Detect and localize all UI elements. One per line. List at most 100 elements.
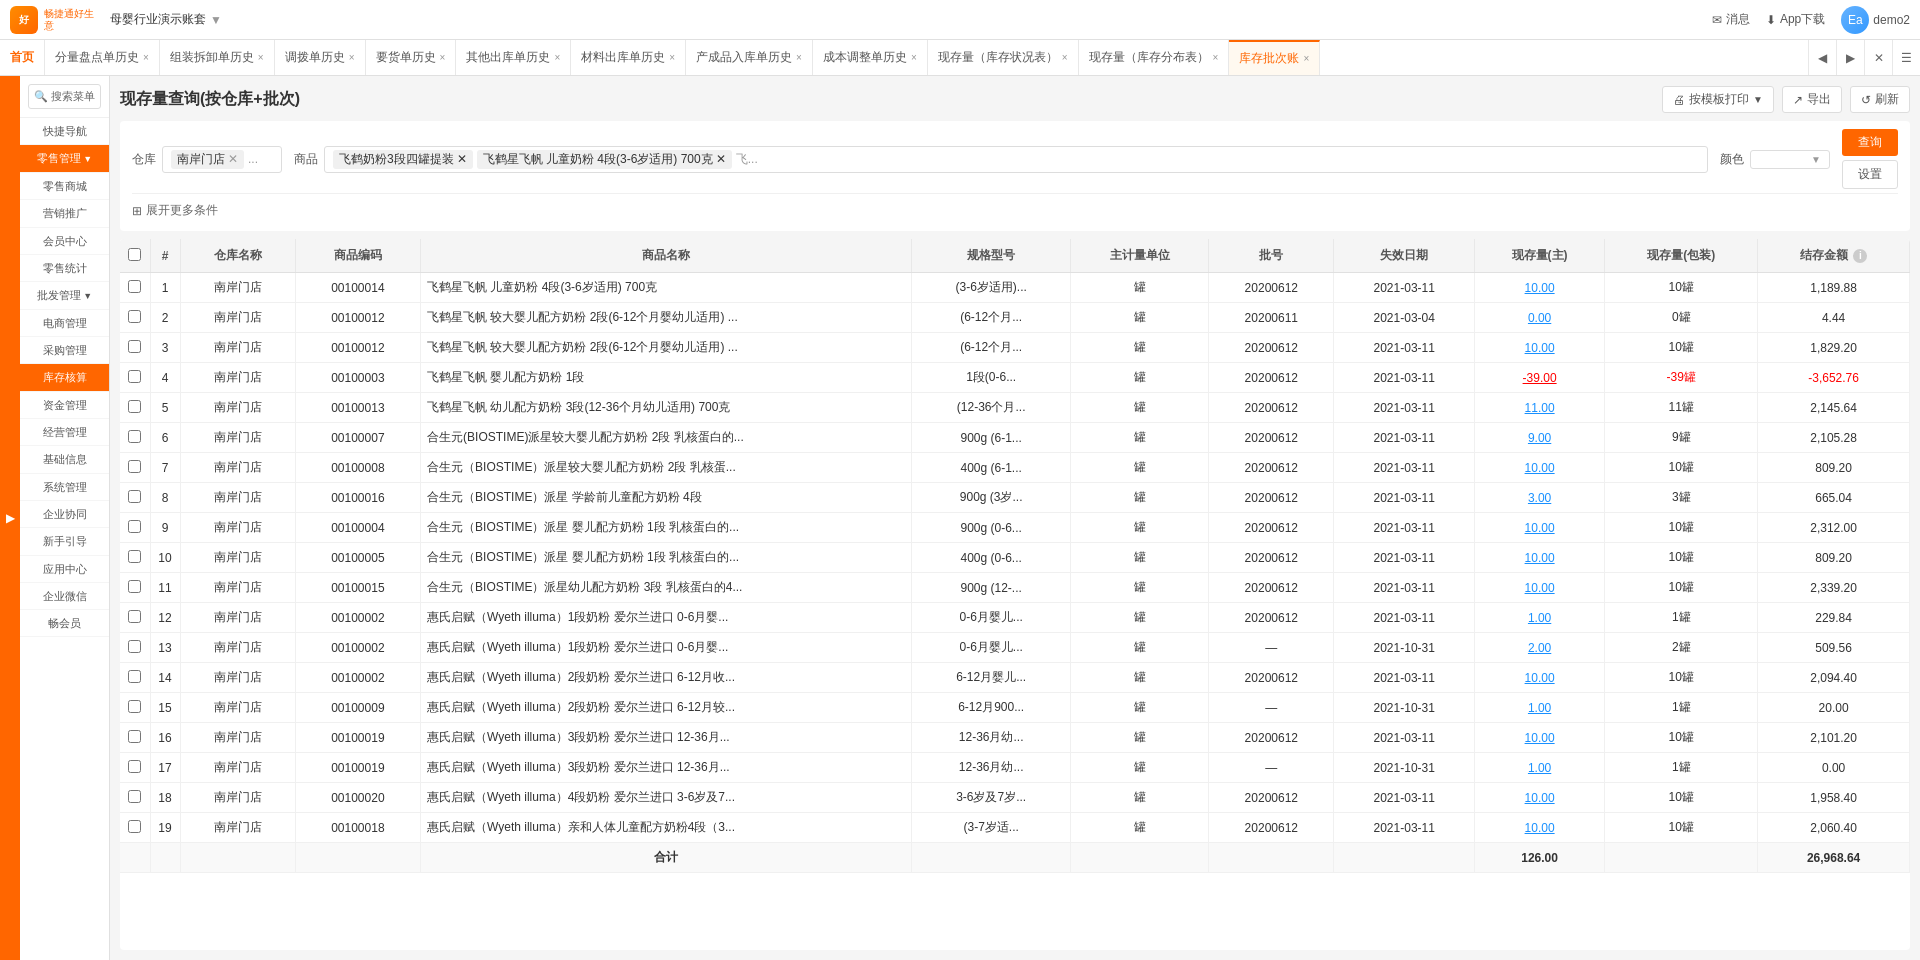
- cell-checkbox-18[interactable]: [120, 813, 150, 843]
- cell-checkbox-15[interactable]: [120, 723, 150, 753]
- cell-checkbox-11[interactable]: [120, 603, 150, 633]
- product-tag-1-remove[interactable]: ✕: [457, 152, 467, 166]
- cell-qty-7[interactable]: 3.00: [1474, 483, 1604, 513]
- sidebar-item-3[interactable]: 会员中心: [20, 228, 109, 255]
- warehouse-more-icon[interactable]: ...: [248, 152, 258, 166]
- cell-qty-13[interactable]: 10.00: [1474, 663, 1604, 693]
- cell-qty-4[interactable]: 11.00: [1474, 393, 1604, 423]
- settings-btn[interactable]: 设置: [1842, 160, 1898, 189]
- amount-info-icon[interactable]: i: [1853, 249, 1867, 263]
- sidebar-item-13[interactable]: 企业协同: [20, 501, 109, 528]
- sidebar-item-6[interactable]: 电商管理: [20, 310, 109, 337]
- sidebar-search-btn[interactable]: 🔍 搜索菜单: [28, 84, 101, 109]
- tab-next-btn[interactable]: ▶: [1836, 40, 1864, 75]
- product-tag-2-remove[interactable]: ✕: [716, 152, 726, 166]
- cell-checkbox-2[interactable]: [120, 333, 150, 363]
- cell-qty-10[interactable]: 10.00: [1474, 573, 1604, 603]
- sidebar-item-17[interactable]: 畅会员: [20, 610, 109, 637]
- tab-11[interactable]: 库存批次账×: [1229, 40, 1320, 75]
- sidebar-item-1[interactable]: 零售商城: [20, 173, 109, 200]
- sidebar-item-8[interactable]: 库存核算: [20, 364, 109, 391]
- tab-7[interactable]: 产成品入库单历史×: [686, 40, 813, 75]
- tab-10[interactable]: 现存量（库存分布表）×: [1079, 40, 1230, 75]
- cell-checkbox-10[interactable]: [120, 573, 150, 603]
- tab-close-4[interactable]: ×: [440, 52, 446, 63]
- cell-qty-1[interactable]: 0.00: [1474, 303, 1604, 333]
- cell-checkbox-16[interactable]: [120, 753, 150, 783]
- sidebar-item-12[interactable]: 系统管理: [20, 474, 109, 501]
- tab-1[interactable]: 分量盘点单历史×: [45, 40, 160, 75]
- breadcrumb-chevron-icon[interactable]: ▼: [210, 13, 222, 27]
- tab-close-11[interactable]: ×: [1303, 53, 1309, 64]
- tab-9[interactable]: 现存量（库存状况表）×: [928, 40, 1079, 75]
- tab-close-7[interactable]: ×: [796, 52, 802, 63]
- cell-checkbox-13[interactable]: [120, 663, 150, 693]
- color-input[interactable]: ▼: [1750, 150, 1830, 169]
- cell-checkbox-3[interactable]: [120, 363, 150, 393]
- tab-close-8[interactable]: ×: [911, 52, 917, 63]
- sidebar-item-7[interactable]: 采购管理: [20, 337, 109, 364]
- cell-qty-18[interactable]: 10.00: [1474, 813, 1604, 843]
- cell-checkbox-5[interactable]: [120, 423, 150, 453]
- tab-5[interactable]: 其他出库单历史×: [456, 40, 571, 75]
- cell-checkbox-9[interactable]: [120, 543, 150, 573]
- expand-btn[interactable]: ⊞ 展开更多条件: [132, 202, 1898, 219]
- sidebar-item-10[interactable]: 经营管理: [20, 419, 109, 446]
- tab-3[interactable]: 调拨单历史×: [275, 40, 366, 75]
- print-btn[interactable]: 🖨 按模板打印 ▼: [1662, 86, 1774, 113]
- tab-close-9[interactable]: ×: [1062, 52, 1068, 63]
- cell-checkbox-14[interactable]: [120, 693, 150, 723]
- sidebar-item-5[interactable]: 批发管理 ▼: [20, 282, 109, 310]
- sidebar-item-9[interactable]: 资金管理: [20, 392, 109, 419]
- query-btn[interactable]: 查询: [1842, 129, 1898, 156]
- tab-prev-btn[interactable]: ◀: [1808, 40, 1836, 75]
- warehouse-input[interactable]: 南岸门店 ✕ ...: [162, 146, 282, 173]
- tab-close-3[interactable]: ×: [349, 52, 355, 63]
- cell-qty-9[interactable]: 10.00: [1474, 543, 1604, 573]
- cell-checkbox-4[interactable]: [120, 393, 150, 423]
- product-more-icon[interactable]: 飞...: [736, 151, 758, 168]
- tab-close-2[interactable]: ×: [258, 52, 264, 63]
- tab-4[interactable]: 要货单历史×: [366, 40, 457, 75]
- sidebar-toggle-btn[interactable]: ▶: [0, 76, 20, 960]
- warehouse-tag-remove[interactable]: ✕: [228, 152, 238, 166]
- app-download-btn[interactable]: ⬇ App下载: [1766, 11, 1825, 28]
- export-btn[interactable]: ↗ 导出: [1782, 86, 1842, 113]
- cell-checkbox-7[interactable]: [120, 483, 150, 513]
- tab-menu-btn[interactable]: ☰: [1892, 40, 1920, 75]
- col-checkbox[interactable]: [120, 239, 150, 273]
- sidebar-item-14[interactable]: 新手引导: [20, 528, 109, 555]
- cell-qty-0[interactable]: 10.00: [1474, 273, 1604, 303]
- sidebar-item-2[interactable]: 营销推广: [20, 200, 109, 227]
- cell-checkbox-12[interactable]: [120, 633, 150, 663]
- cell-checkbox-0[interactable]: [120, 273, 150, 303]
- sidebar-item-4[interactable]: 零售统计: [20, 255, 109, 282]
- refresh-btn[interactable]: ↺ 刷新: [1850, 86, 1910, 113]
- cell-qty-3[interactable]: -39.00: [1474, 363, 1604, 393]
- tab-close-5[interactable]: ×: [554, 52, 560, 63]
- select-all-checkbox[interactable]: [128, 248, 141, 261]
- tab-0[interactable]: 首页: [0, 40, 45, 75]
- cell-qty-17[interactable]: 10.00: [1474, 783, 1604, 813]
- tab-close-10[interactable]: ×: [1213, 52, 1219, 63]
- cell-qty-5[interactable]: 9.00: [1474, 423, 1604, 453]
- sidebar-item-11[interactable]: 基础信息: [20, 446, 109, 473]
- sidebar-item-16[interactable]: 企业微信: [20, 583, 109, 610]
- cell-qty-11[interactable]: 1.00: [1474, 603, 1604, 633]
- sidebar-item-15[interactable]: 应用中心: [20, 556, 109, 583]
- user-area[interactable]: Ea demo2: [1841, 6, 1910, 34]
- cell-qty-14[interactable]: 1.00: [1474, 693, 1604, 723]
- cell-checkbox-6[interactable]: [120, 453, 150, 483]
- product-input[interactable]: 飞鹤奶粉3段四罐提装 ✕ 飞鹤星飞帆 儿童奶粉 4段(3-6岁适用) 700克 …: [324, 146, 1708, 173]
- cell-qty-15[interactable]: 10.00: [1474, 723, 1604, 753]
- sidebar-quicknav[interactable]: 快捷导航: [20, 118, 109, 145]
- cell-qty-8[interactable]: 10.00: [1474, 513, 1604, 543]
- tab-8[interactable]: 成本调整单历史×: [813, 40, 928, 75]
- tab-2[interactable]: 组装拆卸单历史×: [160, 40, 275, 75]
- cell-checkbox-17[interactable]: [120, 783, 150, 813]
- message-btn[interactable]: ✉ 消息: [1712, 11, 1750, 28]
- cell-qty-2[interactable]: 10.00: [1474, 333, 1604, 363]
- cell-checkbox-8[interactable]: [120, 513, 150, 543]
- cell-qty-16[interactable]: 1.00: [1474, 753, 1604, 783]
- tab-close-all-btn[interactable]: ✕: [1864, 40, 1892, 75]
